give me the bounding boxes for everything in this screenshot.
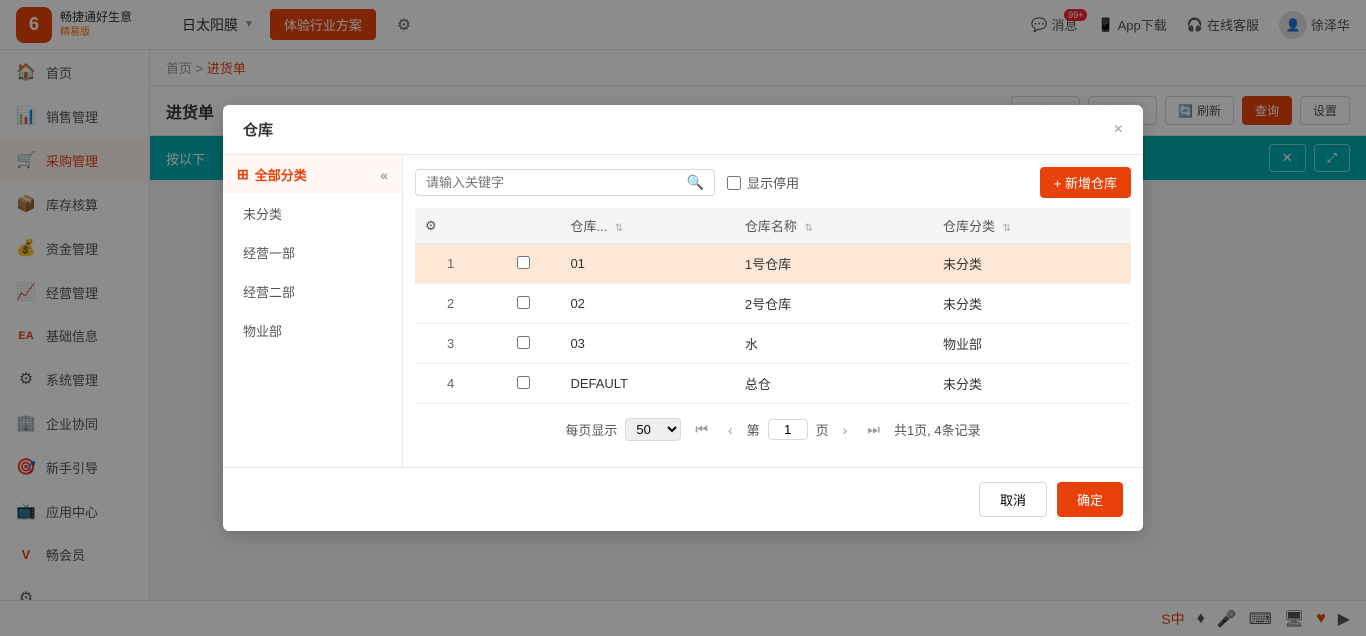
page-number-input[interactable] (768, 419, 808, 440)
category-item-dept1[interactable]: 经营一部 (223, 233, 402, 272)
pagination: 每页显示 50 20 100 ⏮ ‹ 第 页 › ⏭ 共1页, 4条记录 (415, 404, 1131, 455)
row-name: 总仓 (735, 364, 933, 404)
modal-footer: 取消 确定 (223, 467, 1143, 531)
search-icon[interactable]: 🔍 (687, 174, 704, 191)
modal-header: 仓库 × (223, 105, 1143, 155)
row-number: 1 (415, 244, 486, 284)
row-number: 2 (415, 284, 486, 324)
per-page-select[interactable]: 50 20 100 (625, 418, 681, 441)
total-records-label: 共1页, 4条记录 (894, 420, 981, 439)
modal-body: ⊞ 全部分类 « 未分类 经营一部 经营二部 物业部 🔍 (223, 155, 1143, 467)
show-disabled-checkbox[interactable] (727, 176, 741, 190)
page-unit-label: 页 (816, 420, 829, 439)
th-name[interactable]: 仓库名称 ⇅ (735, 208, 933, 244)
table-row[interactable]: 2 02 2号仓库 未分类 (415, 284, 1131, 324)
row-checkbox-cell[interactable] (486, 324, 560, 364)
table-row[interactable]: 4 DEFAULT 总仓 未分类 (415, 364, 1131, 404)
modal-close-button[interactable]: × (1114, 121, 1123, 139)
table-panel: 🔍 显示停用 + 新增仓库 ⚙ (403, 155, 1143, 467)
row-category: 未分类 (933, 244, 1131, 284)
next-page-button[interactable]: › (837, 420, 854, 440)
category-item-dept2[interactable]: 经营二部 (223, 272, 402, 311)
table-toolbar: 🔍 显示停用 + 新增仓库 (415, 167, 1131, 198)
th-category[interactable]: 仓库分类 ⇅ (933, 208, 1131, 244)
sort-category-icon: ⇅ (1003, 223, 1011, 234)
row-number: 3 (415, 324, 486, 364)
row-checkbox[interactable] (517, 376, 530, 389)
show-disabled-toggle[interactable]: 显示停用 (727, 173, 799, 192)
category-panel: ⊞ 全部分类 « 未分类 经营一部 经营二部 物业部 (223, 155, 403, 467)
add-warehouse-button[interactable]: + 新增仓库 (1040, 167, 1131, 198)
row-category: 未分类 (933, 284, 1131, 324)
table-row[interactable]: 1 01 1号仓库 未分类 (415, 244, 1131, 284)
row-checkbox[interactable] (517, 336, 530, 349)
modal-title: 仓库 (243, 119, 273, 140)
row-code: DEFAULT (560, 364, 734, 404)
category-item-property[interactable]: 物业部 (223, 311, 402, 350)
grid-icon: ⊞ (237, 166, 249, 183)
search-box[interactable]: 🔍 (415, 169, 715, 196)
category-item-unclassified[interactable]: 未分类 (223, 194, 402, 233)
row-checkbox[interactable] (517, 256, 530, 269)
th-code[interactable]: 仓库... ⇅ (560, 208, 734, 244)
row-checkbox-cell[interactable] (486, 244, 560, 284)
sort-name-icon: ⇅ (805, 223, 813, 234)
row-name: 1号仓库 (735, 244, 933, 284)
row-number: 4 (415, 364, 486, 404)
row-checkbox-cell[interactable] (486, 364, 560, 404)
first-page-button[interactable]: ⏮ (689, 419, 714, 440)
row-code: 02 (560, 284, 734, 324)
page-num-label: 第 (747, 420, 760, 439)
th-settings[interactable]: ⚙ (415, 208, 486, 244)
per-page-label: 每页显示 (565, 420, 617, 439)
search-input[interactable] (426, 175, 687, 190)
category-all-item[interactable]: ⊞ 全部分类 « (223, 155, 402, 194)
confirm-button[interactable]: 确定 (1057, 482, 1123, 517)
row-name: 2号仓库 (735, 284, 933, 324)
row-checkbox[interactable] (517, 296, 530, 309)
row-category: 物业部 (933, 324, 1131, 364)
table-row[interactable]: 3 03 水 物业部 (415, 324, 1131, 364)
warehouse-table: ⚙ 仓库... ⇅ 仓库名称 ⇅ (415, 208, 1131, 404)
last-page-button[interactable]: ⏭ (861, 419, 886, 440)
row-name: 水 (735, 324, 933, 364)
th-checkbox (486, 208, 560, 244)
category-collapse-icon[interactable]: « (380, 167, 388, 183)
row-checkbox-cell[interactable] (486, 284, 560, 324)
modal-overlay: 仓库 × ⊞ 全部分类 « 未分类 经营一部 经营二部 物业部 (0, 0, 1366, 636)
row-category: 未分类 (933, 364, 1131, 404)
sort-code-icon: ⇅ (615, 223, 623, 234)
warehouse-modal: 仓库 × ⊞ 全部分类 « 未分类 经营一部 经营二部 物业部 (223, 105, 1143, 531)
prev-page-button[interactable]: ‹ (722, 420, 739, 440)
row-code: 01 (560, 244, 734, 284)
row-code: 03 (560, 324, 734, 364)
cancel-button[interactable]: 取消 (979, 482, 1047, 517)
